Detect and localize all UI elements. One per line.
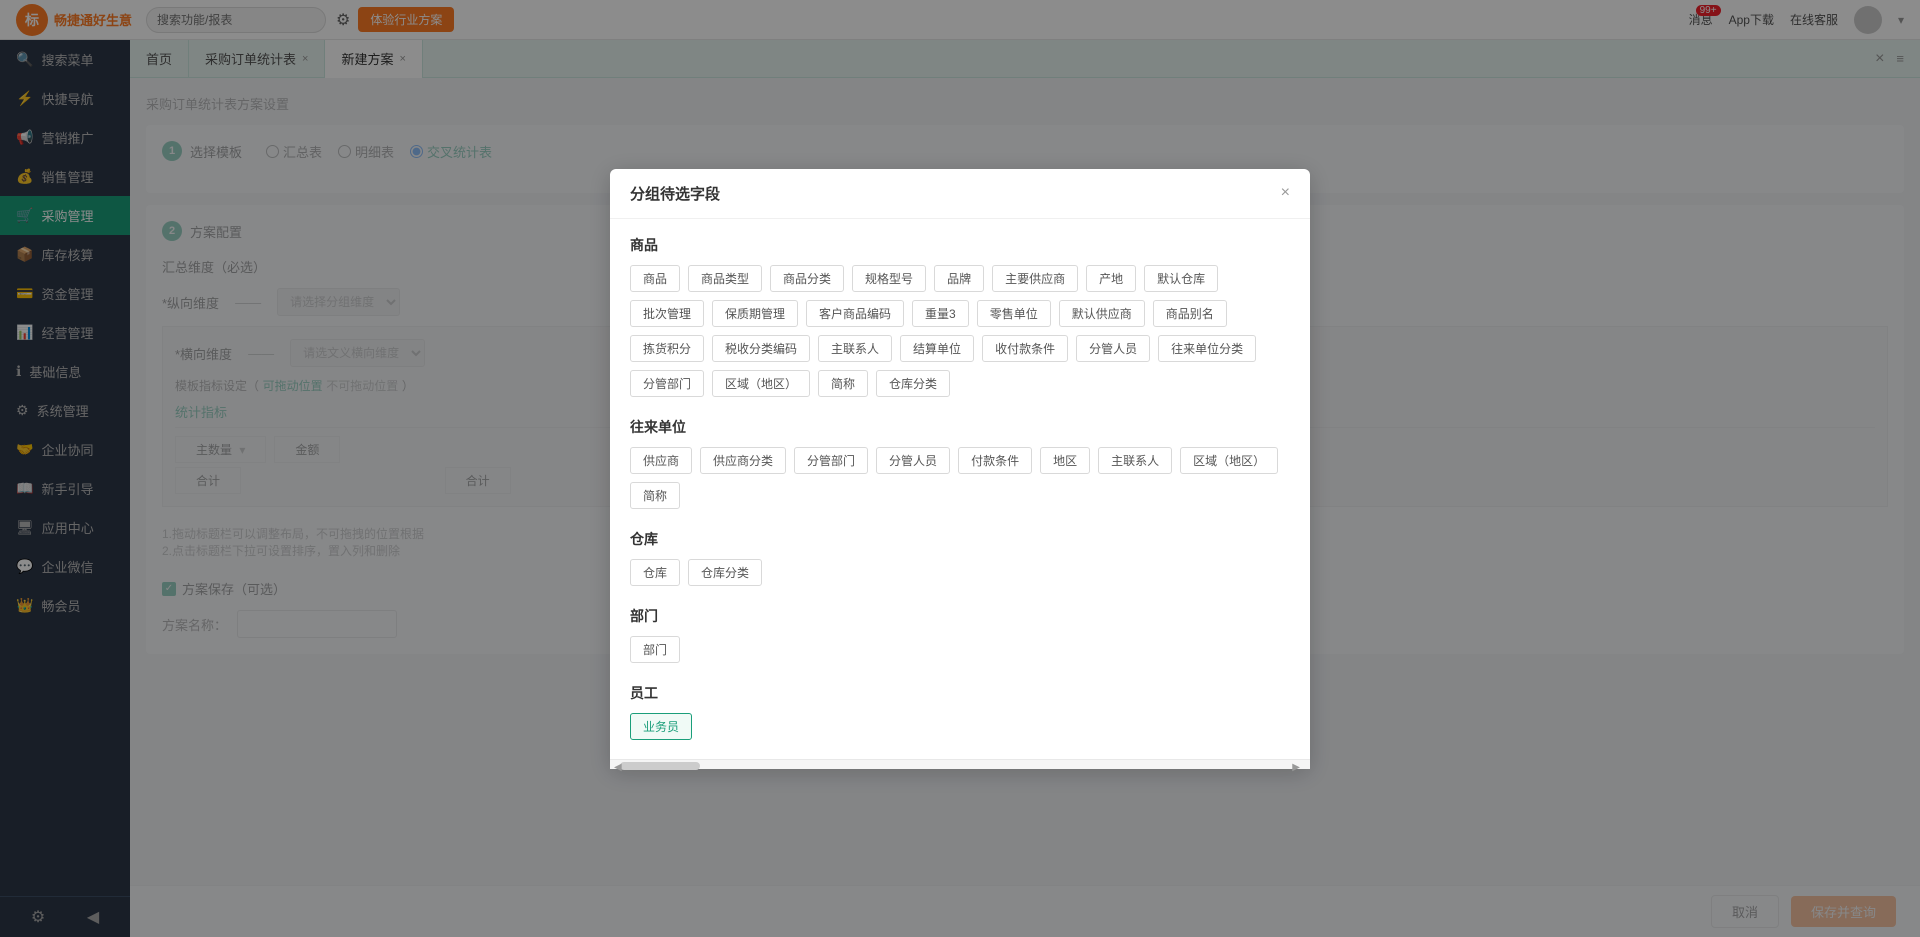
field-tag[interactable]: 区域（地区） (712, 370, 810, 397)
modal-scrollbar-x[interactable]: ▶ ◀ (610, 759, 1310, 769)
field-tag[interactable]: 规格型号 (852, 265, 926, 292)
warehouse-field-tags: 仓库 仓库分类 (630, 559, 1290, 586)
section-department: 部门 部门 (630, 606, 1290, 663)
scrollbar-thumb-x[interactable] (620, 762, 700, 770)
field-tag[interactable]: 收付款条件 (982, 335, 1068, 362)
modal-close-button[interactable]: × (1281, 184, 1290, 202)
field-tag[interactable]: 默认供应商 (1059, 300, 1145, 327)
section-partner-title: 往来单位 (630, 417, 1290, 437)
field-tag[interactable]: 供应商分类 (700, 447, 786, 474)
field-tag[interactable]: 结算单位 (900, 335, 974, 362)
product-field-tags: 商品 商品类型 商品分类 规格型号 品牌 主要供应商 产地 默认仓库 批次管理 … (630, 265, 1290, 397)
field-tag[interactable]: 仓库分类 (876, 370, 950, 397)
employee-field-tags: 业务员 (630, 713, 1290, 740)
section-department-title: 部门 (630, 606, 1290, 626)
field-tag[interactable]: 主要供应商 (992, 265, 1078, 292)
scroll-arrow-left[interactable]: ◀ (614, 762, 622, 773)
section-partner: 往来单位 供应商 供应商分类 分管部门 分管人员 付款条件 地区 主联系人 区域… (630, 417, 1290, 509)
section-employee: 员工 业务员 (630, 683, 1290, 740)
field-tag[interactable]: 往来单位分类 (1158, 335, 1256, 362)
department-field-tags: 部门 (630, 636, 1290, 663)
field-tag[interactable]: 拣货积分 (630, 335, 704, 362)
section-warehouse: 仓库 仓库 仓库分类 (630, 529, 1290, 586)
field-tag[interactable]: 付款条件 (958, 447, 1032, 474)
field-tag[interactable]: 客户商品编码 (806, 300, 904, 327)
field-tag[interactable]: 批次管理 (630, 300, 704, 327)
field-tag[interactable]: 简称 (630, 482, 680, 509)
field-tag[interactable]: 零售单位 (977, 300, 1051, 327)
modal-overlay: 分组待选字段 × 商品 商品 商品类型 商品分类 规格型号 品牌 主要供应商 产… (0, 0, 1920, 937)
field-tag[interactable]: 区域（地区） (1180, 447, 1278, 474)
modal-title: 分组待选字段 (630, 183, 720, 204)
field-tag[interactable]: 仓库 (630, 559, 680, 586)
field-tag[interactable]: 商品别名 (1153, 300, 1227, 327)
section-product: 商品 商品 商品类型 商品分类 规格型号 品牌 主要供应商 产地 默认仓库 批次… (630, 235, 1290, 397)
section-employee-title: 员工 (630, 683, 1290, 703)
modal: 分组待选字段 × 商品 商品 商品类型 商品分类 规格型号 品牌 主要供应商 产… (610, 169, 1310, 769)
modal-header: 分组待选字段 × (610, 169, 1310, 219)
field-tag[interactable]: 税收分类编码 (712, 335, 810, 362)
field-tag[interactable]: 部门 (630, 636, 680, 663)
section-product-title: 商品 (630, 235, 1290, 255)
field-tag[interactable]: 产地 (1086, 265, 1136, 292)
field-tag[interactable]: 保质期管理 (712, 300, 798, 327)
field-tag[interactable]: 商品类型 (688, 265, 762, 292)
scroll-arrow-right[interactable]: ▶ (1292, 762, 1300, 773)
section-warehouse-title: 仓库 (630, 529, 1290, 549)
field-tag[interactable]: 地区 (1040, 447, 1090, 474)
field-tag[interactable]: 仓库分类 (688, 559, 762, 586)
partner-field-tags: 供应商 供应商分类 分管部门 分管人员 付款条件 地区 主联系人 区域（地区） … (630, 447, 1290, 509)
modal-body: 商品 商品 商品类型 商品分类 规格型号 品牌 主要供应商 产地 默认仓库 批次… (610, 219, 1310, 759)
field-tag[interactable]: 默认仓库 (1144, 265, 1218, 292)
field-tag[interactable]: 供应商 (630, 447, 692, 474)
field-tag-staff[interactable]: 业务员 (630, 713, 692, 740)
field-tag[interactable]: 分管部门 (630, 370, 704, 397)
field-tag[interactable]: 主联系人 (1098, 447, 1172, 474)
field-tag[interactable]: 品牌 (934, 265, 984, 292)
field-tag[interactable]: 简称 (818, 370, 868, 397)
field-tag[interactable]: 分管人员 (1076, 335, 1150, 362)
field-tag[interactable]: 分管人员 (876, 447, 950, 474)
field-tag[interactable]: 商品分类 (770, 265, 844, 292)
field-tag[interactable]: 分管部门 (794, 447, 868, 474)
field-tag[interactable]: 重量3 (912, 300, 969, 327)
field-tag[interactable]: 主联系人 (818, 335, 892, 362)
field-tag[interactable]: 商品 (630, 265, 680, 292)
